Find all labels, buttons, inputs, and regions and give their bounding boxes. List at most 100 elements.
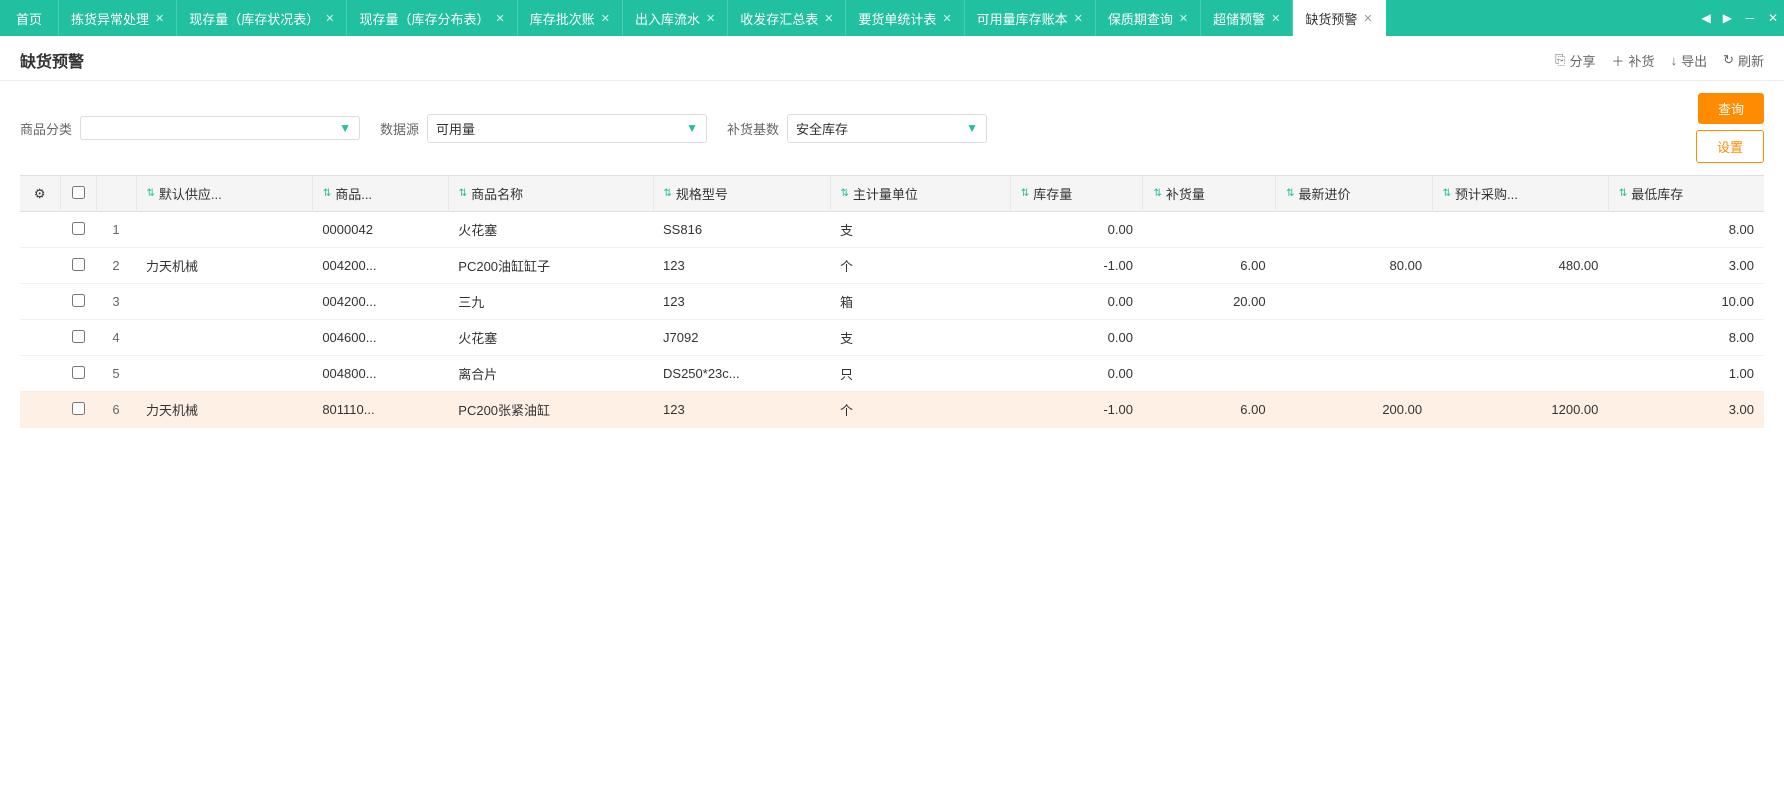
tab-label: 现存量（库存状况表）	[189, 9, 319, 28]
table-wrapper: ⚙ ⇅ 默认供应... ⇅ 商	[0, 175, 1784, 428]
row-checkbox[interactable]	[72, 222, 85, 235]
refresh-button[interactable]: ↻ 刷新	[1723, 51, 1764, 70]
tab-close-all-button[interactable]: ✕	[1762, 11, 1784, 25]
close-icon[interactable]: ✕	[155, 12, 164, 25]
row-checkbox[interactable]	[72, 402, 85, 415]
th-unit[interactable]: ⇅ 主计量单位	[830, 176, 1010, 212]
export-label: 导出	[1681, 51, 1707, 70]
row-estimated-purchase	[1432, 212, 1608, 248]
row-unit: 个	[830, 248, 1010, 284]
row-settings[interactable]	[20, 356, 60, 392]
th-product-name-label: 商品名称	[471, 184, 523, 203]
row-checkbox-cell[interactable]	[60, 320, 96, 356]
tab-defect-processing[interactable]: 拣货异常处理 ✕	[59, 0, 177, 36]
close-icon[interactable]: ✕	[942, 12, 951, 25]
export-button[interactable]: ↓ 导出	[1671, 51, 1708, 70]
close-icon[interactable]: ✕	[1179, 12, 1188, 25]
refresh-icon: ↻	[1723, 52, 1734, 68]
th-replenish-qty[interactable]: ⇅ 补货量	[1143, 176, 1276, 212]
row-checkbox-cell[interactable]	[60, 284, 96, 320]
table-row[interactable]: 1 0000042 火花塞 SS816 支 0.00 8.00	[20, 212, 1764, 248]
chevron-down-icon: ▼	[339, 121, 351, 135]
th-product-code[interactable]: ⇅ 商品...	[312, 176, 448, 212]
close-icon[interactable]: ✕	[1271, 12, 1280, 25]
th-latest-price[interactable]: ⇅ 最新进价	[1276, 176, 1432, 212]
row-checkbox[interactable]	[72, 258, 85, 271]
row-product-name: PC200油缸缸子	[448, 248, 653, 284]
row-checkbox-cell[interactable]	[60, 212, 96, 248]
row-checkbox-cell[interactable]	[60, 356, 96, 392]
header-actions: ⎘ 分享 ＋ 补货 ↓ 导出 ↻ 刷新	[1555, 51, 1764, 70]
row-latest-price	[1276, 284, 1432, 320]
category-select[interactable]: ▼	[80, 116, 360, 140]
close-icon[interactable]: ✕	[1363, 12, 1372, 25]
th-settings[interactable]: ⚙	[20, 176, 60, 212]
th-replenish-qty-label: 补货量	[1166, 184, 1205, 203]
tab-collect-summary[interactable]: 收发存汇总表 ✕	[728, 0, 846, 36]
table-row[interactable]: 2 力天机械 004200... PC200油缸缸子 123 个 -1.00 6…	[20, 248, 1764, 284]
tab-prev-button[interactable]: ◀	[1695, 11, 1716, 25]
tab-available-ledger[interactable]: 可用量库存账本 ✕	[965, 0, 1096, 36]
tab-home[interactable]: 首页	[0, 0, 59, 36]
tab-purchase-stat[interactable]: 要货单统计表 ✕	[846, 0, 964, 36]
row-settings[interactable]	[20, 212, 60, 248]
th-default-supplier[interactable]: ⇅ 默认供应...	[136, 176, 312, 212]
row-unit: 支	[830, 320, 1010, 356]
th-checkbox[interactable]	[60, 176, 96, 212]
replenish-button[interactable]: ＋ 补货	[1612, 51, 1655, 70]
tab-overstock-warning[interactable]: 超储预警 ✕	[1201, 0, 1293, 36]
row-unit: 只	[830, 356, 1010, 392]
row-checkbox[interactable]	[72, 330, 85, 343]
tab-inout-flow[interactable]: 出入库流水 ✕	[623, 0, 728, 36]
tab-shortage-warning[interactable]: 缺货预警 ✕	[1293, 0, 1385, 36]
th-estimated-purchase[interactable]: ⇅ 预计采购...	[1432, 176, 1608, 212]
th-num	[96, 176, 136, 212]
tab-inventory-dist[interactable]: 现存量（库存分布表） ✕	[347, 0, 517, 36]
query-button[interactable]: 查询	[1698, 93, 1764, 124]
row-settings[interactable]	[20, 320, 60, 356]
table-row[interactable]: 4 004600... 火花塞 J7092 支 0.00 8.00	[20, 320, 1764, 356]
close-icon[interactable]: ✕	[601, 12, 610, 25]
row-latest-price: 80.00	[1276, 248, 1432, 284]
th-min-stock[interactable]: ⇅ 最低库存	[1608, 176, 1764, 212]
datasource-select[interactable]: 可用量 ▼	[427, 114, 707, 143]
chevron-down-icon: ▼	[966, 121, 978, 135]
row-checkbox-cell[interactable]	[60, 392, 96, 428]
tab-batch-account[interactable]: 库存批次账 ✕	[518, 0, 623, 36]
close-icon[interactable]: ✕	[325, 12, 334, 25]
row-stock: 0.00	[1010, 320, 1143, 356]
tab-inventory-status[interactable]: 现存量（库存状况表） ✕	[177, 0, 347, 36]
row-settings[interactable]	[20, 284, 60, 320]
select-all-checkbox[interactable]	[72, 186, 85, 199]
th-product-name[interactable]: ⇅ 商品名称	[448, 176, 653, 212]
th-spec[interactable]: ⇅ 规格型号	[653, 176, 830, 212]
row-default-supplier	[136, 320, 312, 356]
close-icon[interactable]: ✕	[706, 12, 715, 25]
row-min-stock: 3.00	[1608, 392, 1764, 428]
th-stock[interactable]: ⇅ 库存量	[1010, 176, 1143, 212]
tab-minimize-button[interactable]: －	[1738, 10, 1762, 27]
tab-expiry-query[interactable]: 保质期查询 ✕	[1096, 0, 1201, 36]
settings-icon[interactable]: ⚙	[34, 186, 46, 201]
table-row[interactable]: 3 004200... 三九 123 箱 0.00 20.00 10.00	[20, 284, 1764, 320]
replenish-base-select[interactable]: 安全库存 ▼	[787, 114, 987, 143]
row-checkbox[interactable]	[72, 294, 85, 307]
row-settings[interactable]	[20, 392, 60, 428]
row-checkbox-cell[interactable]	[60, 248, 96, 284]
sort-icon: ⇅	[459, 188, 467, 199]
tab-next-button[interactable]: ▶	[1717, 11, 1738, 25]
row-settings[interactable]	[20, 248, 60, 284]
row-checkbox[interactable]	[72, 366, 85, 379]
chevron-down-icon: ▼	[686, 121, 698, 135]
table-row[interactable]: 5 004800... 离合片 DS250*23c... 只 0.00 1.00	[20, 356, 1764, 392]
row-default-supplier: 力天机械	[136, 392, 312, 428]
home-tab-label: 首页	[16, 9, 42, 28]
close-icon[interactable]: ✕	[824, 12, 833, 25]
row-stock: -1.00	[1010, 248, 1143, 284]
settings-button[interactable]: 设置	[1696, 130, 1764, 163]
table-row[interactable]: 6 力天机械 801110... PC200张紧油缸 123 个 -1.00 6…	[20, 392, 1764, 428]
share-button[interactable]: ⎘ 分享	[1555, 51, 1595, 70]
page-header: 缺货预警 ⎘ 分享 ＋ 补货 ↓ 导出 ↻ 刷新	[0, 36, 1784, 81]
close-icon[interactable]: ✕	[496, 12, 505, 25]
close-icon[interactable]: ✕	[1074, 12, 1083, 25]
